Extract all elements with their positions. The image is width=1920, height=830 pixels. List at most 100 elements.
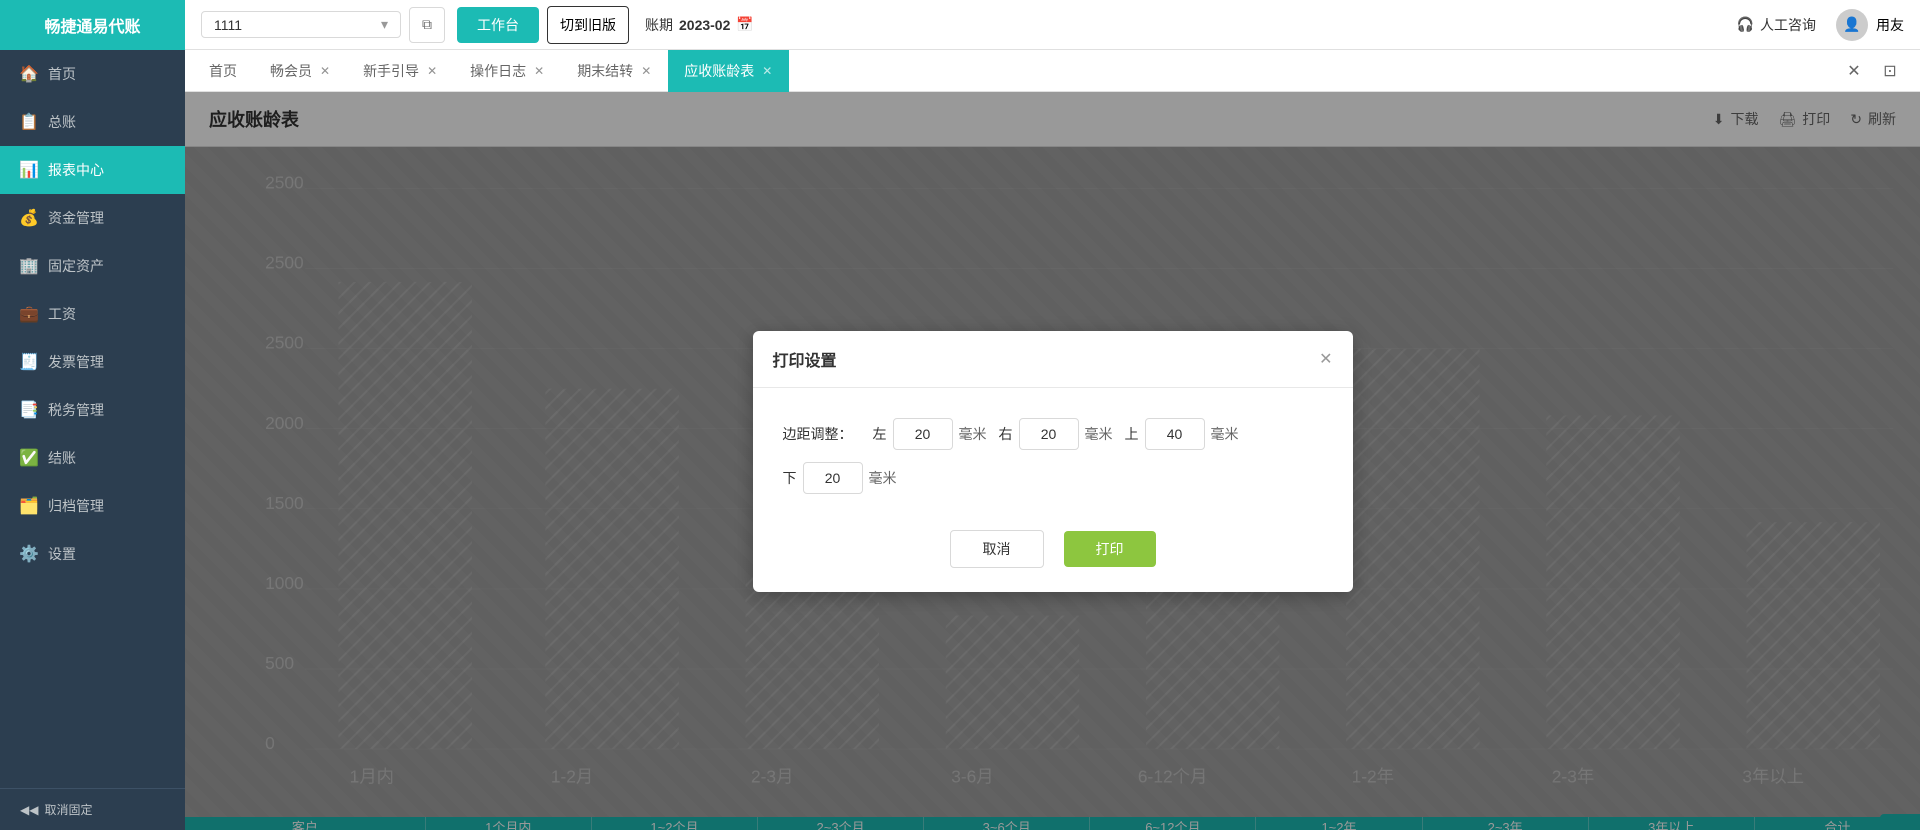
tab-aging-close[interactable]: ✕ <box>762 64 772 78</box>
sidebar-label-assets: 固定资产 <box>48 256 104 276</box>
period-area: 账期 2023-02 📅 <box>645 15 754 35</box>
tab-oplog[interactable]: 操作日志 ✕ <box>454 50 561 92</box>
tab-period-end-close[interactable]: ✕ <box>641 64 651 78</box>
user-name: 用友 <box>1876 15 1904 35</box>
settings-icon: ⚙️ <box>20 545 38 563</box>
sidebar-item-ledger[interactable]: 📋 总账 <box>0 98 185 146</box>
modal-title: 打印设置 <box>773 347 837 371</box>
tab-home-label: 首页 <box>209 61 237 81</box>
sidebar-label-funds: 资金管理 <box>48 208 104 228</box>
left-unit: 毫米 <box>959 424 987 444</box>
sidebar-item-reports[interactable]: 📊 报表中心 <box>0 146 185 194</box>
app-logo: 畅捷通易代账 <box>44 13 140 37</box>
tab-home[interactable]: 首页 <box>193 50 254 92</box>
user-area[interactable]: 👤 用友 <box>1836 9 1904 41</box>
top-unit: 毫米 <box>1211 424 1239 444</box>
sidebar-label-tax: 税务管理 <box>48 400 104 420</box>
print-confirm-button[interactable]: 打印 <box>1064 531 1156 567</box>
tab-actions: ✕ ⊡ <box>1840 57 1912 85</box>
tab-member[interactable]: 畅会员 ✕ <box>254 50 347 92</box>
main-layout: 🏠 首页 📋 总账 📊 报表中心 💰 资金管理 🏢 固定资产 💼 工资 🧾 发票… <box>0 50 1920 830</box>
sidebar-item-assets[interactable]: 🏢 固定资产 <box>0 242 185 290</box>
copy-button[interactable]: ⧉ <box>409 7 445 43</box>
assets-icon: 🏢 <box>20 257 38 275</box>
tab-aging[interactable]: 应收账龄表 ✕ <box>668 50 789 92</box>
sidebar-label-home: 首页 <box>48 64 76 84</box>
margin-row: 边距调整： 左 毫米 右 毫米 <box>783 418 1323 494</box>
sidebar-item-tax[interactable]: 📑 税务管理 <box>0 386 185 434</box>
tab-bar: 首页 畅会员 ✕ 新手引导 ✕ 操作日志 ✕ 期末结转 ✕ 应收账龄表 ✕ <box>185 50 1920 92</box>
sidebar: 🏠 首页 📋 总账 📊 报表中心 💰 资金管理 🏢 固定资产 💼 工资 🧾 发票… <box>0 50 185 830</box>
consultant-label: 人工咨询 <box>1760 15 1816 35</box>
bottom-unit: 毫米 <box>869 468 897 488</box>
chevron-down-icon: ▾ <box>381 16 388 33</box>
sidebar-item-invoice[interactable]: 🧾 发票管理 <box>0 338 185 386</box>
right-label: 右 <box>999 424 1013 444</box>
tab-close-window-button[interactable]: ✕ <box>1840 57 1868 85</box>
logo-area: 畅捷通易代账 <box>0 0 185 50</box>
sidebar-item-payroll[interactable]: 💼 工资 <box>0 290 185 338</box>
sidebar-item-funds[interactable]: 💰 资金管理 <box>0 194 185 242</box>
sidebar-item-home[interactable]: 🏠 首页 <box>0 50 185 98</box>
consultant-button[interactable]: 🎧 人工咨询 <box>1737 15 1816 35</box>
sidebar-label-payroll: 工资 <box>48 304 76 324</box>
modal-footer: 取消 打印 <box>753 514 1353 592</box>
tab-member-close[interactable]: ✕ <box>320 64 330 78</box>
margin-top-item: 上 毫米 <box>1125 418 1239 450</box>
invoice-icon: 🧾 <box>20 353 38 371</box>
tab-maximize-button[interactable]: ⊡ <box>1876 57 1904 85</box>
top-label: 上 <box>1125 424 1139 444</box>
tab-period-end-label: 期末结转 <box>577 61 633 81</box>
print-settings-modal: 打印设置 ✕ 边距调整： 左 毫米 右 <box>753 331 1353 592</box>
left-margin-input[interactable] <box>893 418 953 450</box>
sidebar-item-settings[interactable]: ⚙️ 设置 <box>0 530 185 578</box>
avatar: 👤 <box>1836 9 1868 41</box>
tab-period-end[interactable]: 期末结转 ✕ <box>561 50 668 92</box>
left-label: 左 <box>873 424 887 444</box>
content-area: 首页 畅会员 ✕ 新手引导 ✕ 操作日志 ✕ 期末结转 ✕ 应收账龄表 ✕ <box>185 50 1920 830</box>
funds-icon: 💰 <box>20 209 38 227</box>
cancel-button[interactable]: 取消 <box>950 530 1044 568</box>
sidebar-item-settlement[interactable]: ✅ 结账 <box>0 434 185 482</box>
switch-old-button[interactable]: 切到旧版 <box>547 6 629 44</box>
right-unit: 毫米 <box>1085 424 1113 444</box>
company-selector[interactable]: 1111 ▾ <box>201 11 401 38</box>
sidebar-label-reports: 报表中心 <box>48 160 104 180</box>
modal-close-button[interactable]: ✕ <box>1319 349 1332 369</box>
modal-body: 边距调整： 左 毫米 右 毫米 <box>753 388 1353 514</box>
workbench-button[interactable]: 工作台 <box>457 7 539 43</box>
tab-oplog-close[interactable]: ✕ <box>534 64 544 78</box>
modal-header: 打印设置 ✕ <box>753 331 1353 388</box>
archive-icon: 🗂️ <box>20 497 38 515</box>
page-content: 应收账龄表 ⬇ 下载 🖨 打印 ↻ 刷新 <box>185 92 1920 830</box>
margin-right-item: 右 毫米 <box>999 418 1113 450</box>
tab-guide-close[interactable]: ✕ <box>427 64 437 78</box>
sidebar-collapse-label: 取消固定 <box>44 801 92 818</box>
bottom-margin-input[interactable] <box>803 462 863 494</box>
calendar-icon[interactable]: 📅 <box>736 16 753 33</box>
sidebar-label-archive: 归档管理 <box>48 496 104 516</box>
top-margin-input[interactable] <box>1145 418 1205 450</box>
right-margin-input[interactable] <box>1019 418 1079 450</box>
avatar-icon: 👤 <box>1843 16 1860 33</box>
modal-overlay: 打印设置 ✕ 边距调整： 左 毫米 右 <box>185 92 1920 830</box>
copy-icon: ⧉ <box>422 16 432 33</box>
margin-label: 边距调整： <box>783 424 853 444</box>
margin-bottom-item: 下 毫米 <box>783 462 897 494</box>
home-icon: 🏠 <box>20 65 38 83</box>
sidebar-label-settings: 设置 <box>48 544 76 564</box>
tab-guide[interactable]: 新手引导 ✕ <box>347 50 454 92</box>
sidebar-collapse-button[interactable]: ◀◀ 取消固定 <box>0 788 185 830</box>
ledger-icon: 📋 <box>20 113 38 131</box>
period-value: 2023-02 <box>679 17 730 33</box>
bottom-label: 下 <box>783 468 797 488</box>
sidebar-scroll: 🏠 首页 📋 总账 📊 报表中心 💰 资金管理 🏢 固定资产 💼 工资 🧾 发票… <box>0 50 185 788</box>
sidebar-label-ledger: 总账 <box>48 112 76 132</box>
sidebar-item-archive[interactable]: 🗂️ 归档管理 <box>0 482 185 530</box>
tab-guide-label: 新手引导 <box>363 61 419 81</box>
sidebar-label-invoice: 发票管理 <box>48 352 104 372</box>
margin-left-item: 左 毫米 <box>873 418 987 450</box>
payroll-icon: 💼 <box>20 305 38 323</box>
top-header: 畅捷通易代账 1111 ▾ ⧉ 工作台 切到旧版 账期 2023-02 📅 🎧 … <box>0 0 1920 50</box>
tab-aging-label: 应收账龄表 <box>684 61 754 81</box>
